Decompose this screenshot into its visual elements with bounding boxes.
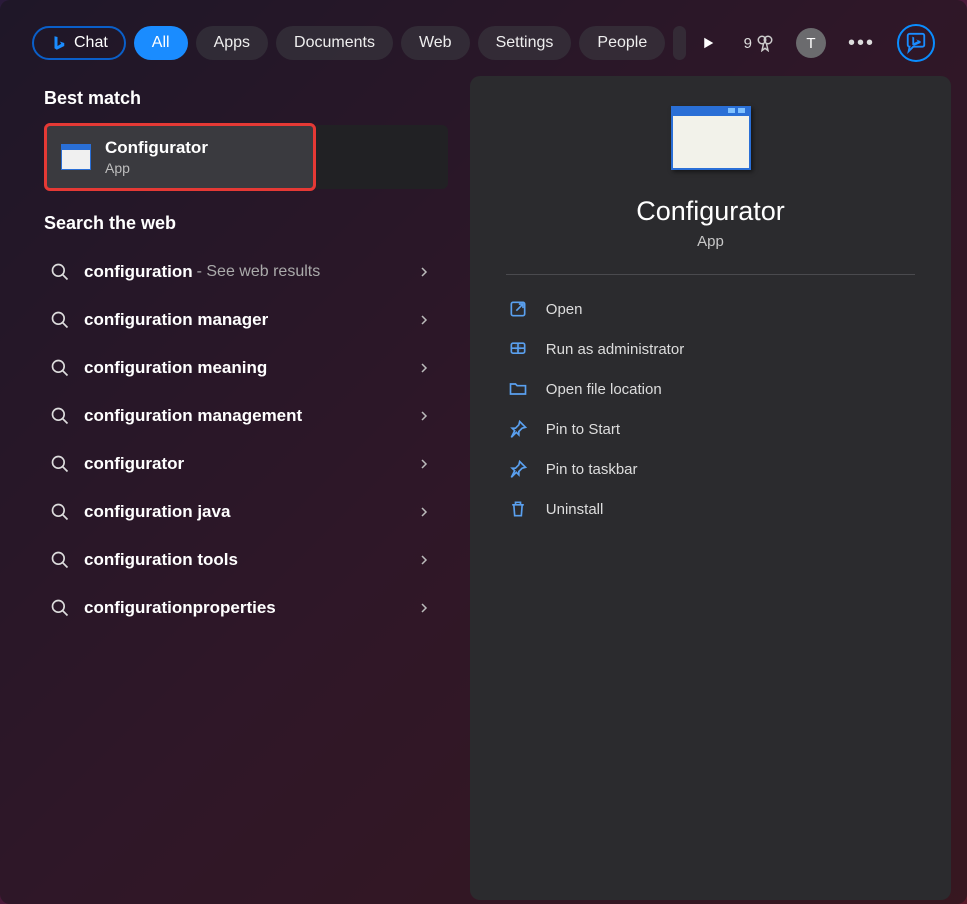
web-result-suffix: - See web results: [197, 263, 321, 281]
web-result-item[interactable]: configuration tools: [44, 536, 456, 584]
pin-icon: [508, 419, 528, 439]
action-label: Pin to taskbar: [546, 461, 638, 478]
search-icon: [50, 454, 70, 474]
chevron-right-icon: [418, 602, 430, 614]
action-label: Open file location: [546, 381, 662, 398]
tab-chat-label: Chat: [74, 34, 108, 52]
chevron-right-icon: [418, 458, 430, 470]
web-result-item[interactable]: configuration management: [44, 392, 456, 440]
pin-icon: [508, 459, 528, 479]
tab-documents[interactable]: Documents: [276, 26, 393, 60]
web-result-item[interactable]: configurationproperties: [44, 584, 456, 632]
detail-subtitle: App: [697, 233, 724, 250]
best-match-item[interactable]: Configurator App: [44, 123, 316, 191]
action-label: Open: [546, 301, 583, 318]
open-icon: [508, 299, 528, 319]
action-pin-to-taskbar[interactable]: Pin to taskbar: [506, 449, 915, 489]
play-button[interactable]: [694, 29, 722, 57]
web-result-item[interactable]: configuration manager: [44, 296, 456, 344]
bing-chat-button[interactable]: [897, 24, 935, 62]
bing-chat-icon: [905, 32, 927, 54]
web-result-item[interactable]: configuration java: [44, 488, 456, 536]
tab-people[interactable]: People: [579, 26, 665, 60]
action-open-file-location[interactable]: Open file location: [506, 369, 915, 409]
action-run-as-administrator[interactable]: Run as administrator: [506, 329, 915, 369]
top-right-controls: 9 T •••: [694, 24, 935, 62]
search-panel: Chat All Apps Documents Web Settings Peo…: [0, 0, 967, 904]
trash-icon: [508, 499, 528, 519]
action-label: Uninstall: [546, 501, 604, 518]
web-result-term: configuration java: [84, 502, 230, 522]
bing-icon: [50, 34, 68, 52]
search-icon: [50, 598, 70, 618]
action-label: Run as administrator: [546, 341, 684, 358]
detail-column: Configurator App Open Run as administrato…: [470, 76, 951, 900]
best-match-title: Configurator: [105, 138, 208, 158]
chevron-right-icon: [418, 410, 430, 422]
search-icon: [50, 262, 70, 282]
action-pin-to-start[interactable]: Pin to Start: [506, 409, 915, 449]
chevron-right-icon: [418, 506, 430, 518]
more-button[interactable]: •••: [848, 32, 875, 55]
web-result-item[interactable]: configurator: [44, 440, 456, 488]
search-icon: [50, 502, 70, 522]
action-label: Pin to Start: [546, 421, 620, 438]
web-result-term: configuration tools: [84, 550, 238, 570]
chevron-right-icon: [418, 314, 430, 326]
search-icon: [50, 358, 70, 378]
web-result-term: configuration management: [84, 406, 302, 426]
best-match-label: Best match: [44, 88, 456, 109]
tab-chat[interactable]: Chat: [32, 26, 126, 60]
rewards-score[interactable]: 9: [744, 34, 774, 52]
chevron-right-icon: [418, 362, 430, 374]
results-column: Best match Configurator App Search the w…: [16, 74, 456, 900]
web-result-term: configuration manager: [84, 310, 268, 330]
tab-settings[interactable]: Settings: [478, 26, 572, 60]
web-result-term: configuration: [84, 262, 193, 282]
web-result-term: configurationproperties: [84, 598, 276, 618]
user-avatar[interactable]: T: [796, 28, 826, 58]
chevron-right-icon: [418, 554, 430, 566]
web-result-item[interactable]: configuration meaning: [44, 344, 456, 392]
detail-actions: Open Run as administrator Open file locati…: [506, 289, 915, 529]
tab-apps[interactable]: Apps: [196, 26, 268, 60]
tab-overflow[interactable]: [673, 26, 685, 60]
content-columns: Best match Configurator App Search the w…: [0, 74, 967, 900]
search-icon: [50, 310, 70, 330]
web-result-item[interactable]: configuration - See web results: [44, 248, 456, 296]
search-web-label: Search the web: [44, 213, 456, 234]
folder-icon: [508, 379, 528, 399]
app-icon: [61, 144, 91, 170]
play-icon: [699, 34, 717, 52]
tab-all[interactable]: All: [134, 26, 188, 60]
action-uninstall[interactable]: Uninstall: [506, 489, 915, 529]
detail-title: Configurator: [636, 196, 785, 227]
top-tabs: Chat All Apps Documents Web Settings Peo…: [0, 0, 967, 74]
web-results-list: configuration - See web resultsconfigura…: [44, 248, 456, 632]
web-result-term: configuration meaning: [84, 358, 267, 378]
action-open[interactable]: Open: [506, 289, 915, 329]
shield-icon: [508, 339, 528, 359]
detail-app-icon: [671, 106, 751, 170]
tab-web[interactable]: Web: [401, 26, 470, 60]
search-icon: [50, 406, 70, 426]
divider: [506, 274, 915, 275]
chevron-right-icon: [418, 266, 430, 278]
best-match-item-bg: [316, 125, 448, 189]
best-match-subtitle: App: [105, 160, 208, 176]
search-icon: [50, 550, 70, 570]
web-result-term: configurator: [84, 454, 184, 474]
medal-icon: [756, 34, 774, 52]
